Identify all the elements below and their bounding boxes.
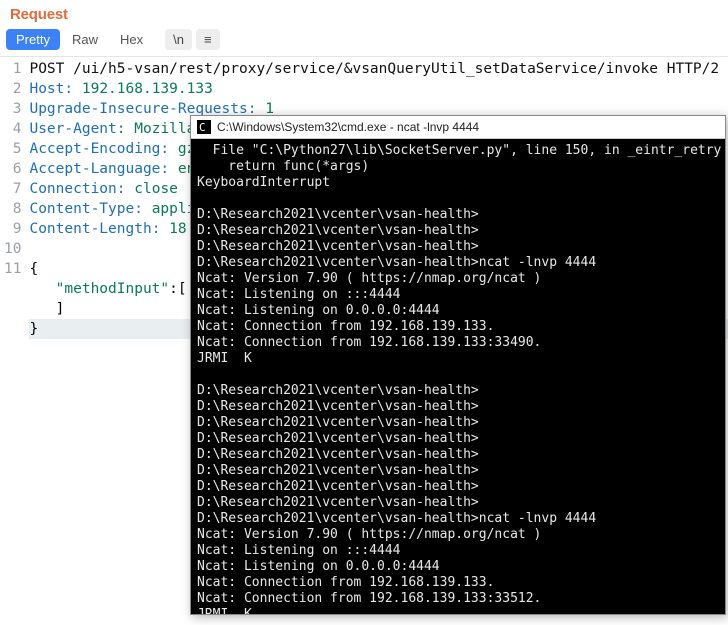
- menu-button[interactable]: ≡: [196, 29, 220, 50]
- terminal-line: return func(*args): [197, 159, 719, 175]
- terminal-line: D:\Research2021\vcenter\vsan-health>: [197, 479, 719, 495]
- terminal-line: Ncat: Connection from 192.168.139.133.: [197, 319, 719, 335]
- tab-raw[interactable]: Raw: [62, 29, 108, 50]
- code-line[interactable]: POST /ui/h5-vsan/rest/proxy/service/&vsa…: [29, 59, 728, 79]
- terminal-line: D:\Research2021\vcenter\vsan-health>: [197, 223, 719, 239]
- line-number: [4, 299, 21, 319]
- line-number: 4: [4, 119, 21, 139]
- editor-gutter: 1234567891011: [0, 57, 29, 341]
- terminal-line: [197, 367, 719, 383]
- line-number: 5: [4, 139, 21, 159]
- terminal-line: Ncat: Connection from 192.168.139.133.: [197, 575, 719, 591]
- terminal-titlebar[interactable]: C C:\Windows\System32\cmd.exe - ncat -ln…: [191, 116, 725, 139]
- terminal-output[interactable]: File "C:\Python27\lib\SocketServer.py", …: [191, 139, 725, 614]
- terminal-line: File "C:\Python27\lib\SocketServer.py", …: [197, 143, 719, 159]
- terminal-line: Ncat: Connection from 192.168.139.133:33…: [197, 591, 719, 607]
- line-number: [4, 319, 21, 339]
- line-number: 9: [4, 219, 21, 239]
- line-number: 6: [4, 159, 21, 179]
- terminal-line: D:\Research2021\vcenter\vsan-health>ncat…: [197, 255, 719, 271]
- line-number: 8: [4, 199, 21, 219]
- terminal-line: D:\Research2021\vcenter\vsan-health>: [197, 239, 719, 255]
- line-number: 3: [4, 99, 21, 119]
- line-number: 10: [4, 239, 21, 259]
- terminal-line: Ncat: Listening on :::4444: [197, 287, 719, 303]
- terminal-line: [197, 191, 719, 207]
- line-number: 7: [4, 179, 21, 199]
- terminal-line: Ncat: Listening on 0.0.0.0:4444: [197, 303, 719, 319]
- terminal-window[interactable]: C C:\Windows\System32\cmd.exe - ncat -ln…: [190, 115, 726, 615]
- terminal-line: D:\Research2021\vcenter\vsan-health>: [197, 415, 719, 431]
- terminal-line: KeyboardInterrupt: [197, 175, 719, 191]
- terminal-line: Ncat: Listening on :::4444: [197, 543, 719, 559]
- terminal-line: Ncat: Version 7.90 ( https://nmap.org/nc…: [197, 527, 719, 543]
- terminal-line: JRMI K: [197, 607, 719, 614]
- line-number: 1: [4, 59, 21, 79]
- terminal-line: Ncat: Version 7.90 ( https://nmap.org/nc…: [197, 271, 719, 287]
- line-number: 2: [4, 79, 21, 99]
- terminal-line: D:\Research2021\vcenter\vsan-health>: [197, 463, 719, 479]
- editor-toolbar: PrettyRawHex \n ≡: [0, 25, 728, 57]
- terminal-line: JRMI K: [197, 351, 719, 367]
- terminal-line: D:\Research2021\vcenter\vsan-health>: [197, 495, 719, 511]
- svg-text:C: C: [199, 121, 206, 134]
- terminal-line: D:\Research2021\vcenter\vsan-health>: [197, 399, 719, 415]
- terminal-line: D:\Research2021\vcenter\vsan-health>: [197, 207, 719, 223]
- terminal-icon: C: [197, 120, 211, 134]
- terminal-line: Ncat: Connection from 192.168.139.133:33…: [197, 335, 719, 351]
- terminal-line: D:\Research2021\vcenter\vsan-health>ncat…: [197, 511, 719, 527]
- terminal-line: D:\Research2021\vcenter\vsan-health>: [197, 431, 719, 447]
- terminal-line: D:\Research2021\vcenter\vsan-health>: [197, 383, 719, 399]
- terminal-line: D:\Research2021\vcenter\vsan-health>: [197, 447, 719, 463]
- panel-title: Request: [0, 0, 728, 25]
- tab-hex[interactable]: Hex: [110, 29, 153, 50]
- terminal-title-text: C:\Windows\System32\cmd.exe - ncat -lnvp…: [217, 120, 479, 134]
- newline-toggle-button[interactable]: \n: [165, 29, 192, 50]
- code-line[interactable]: Host: 192.168.139.133: [29, 79, 728, 99]
- terminal-line: Ncat: Listening on 0.0.0.0:4444: [197, 559, 719, 575]
- line-number: [4, 279, 21, 299]
- line-number: 11: [4, 259, 21, 279]
- tab-pretty[interactable]: Pretty: [6, 29, 60, 50]
